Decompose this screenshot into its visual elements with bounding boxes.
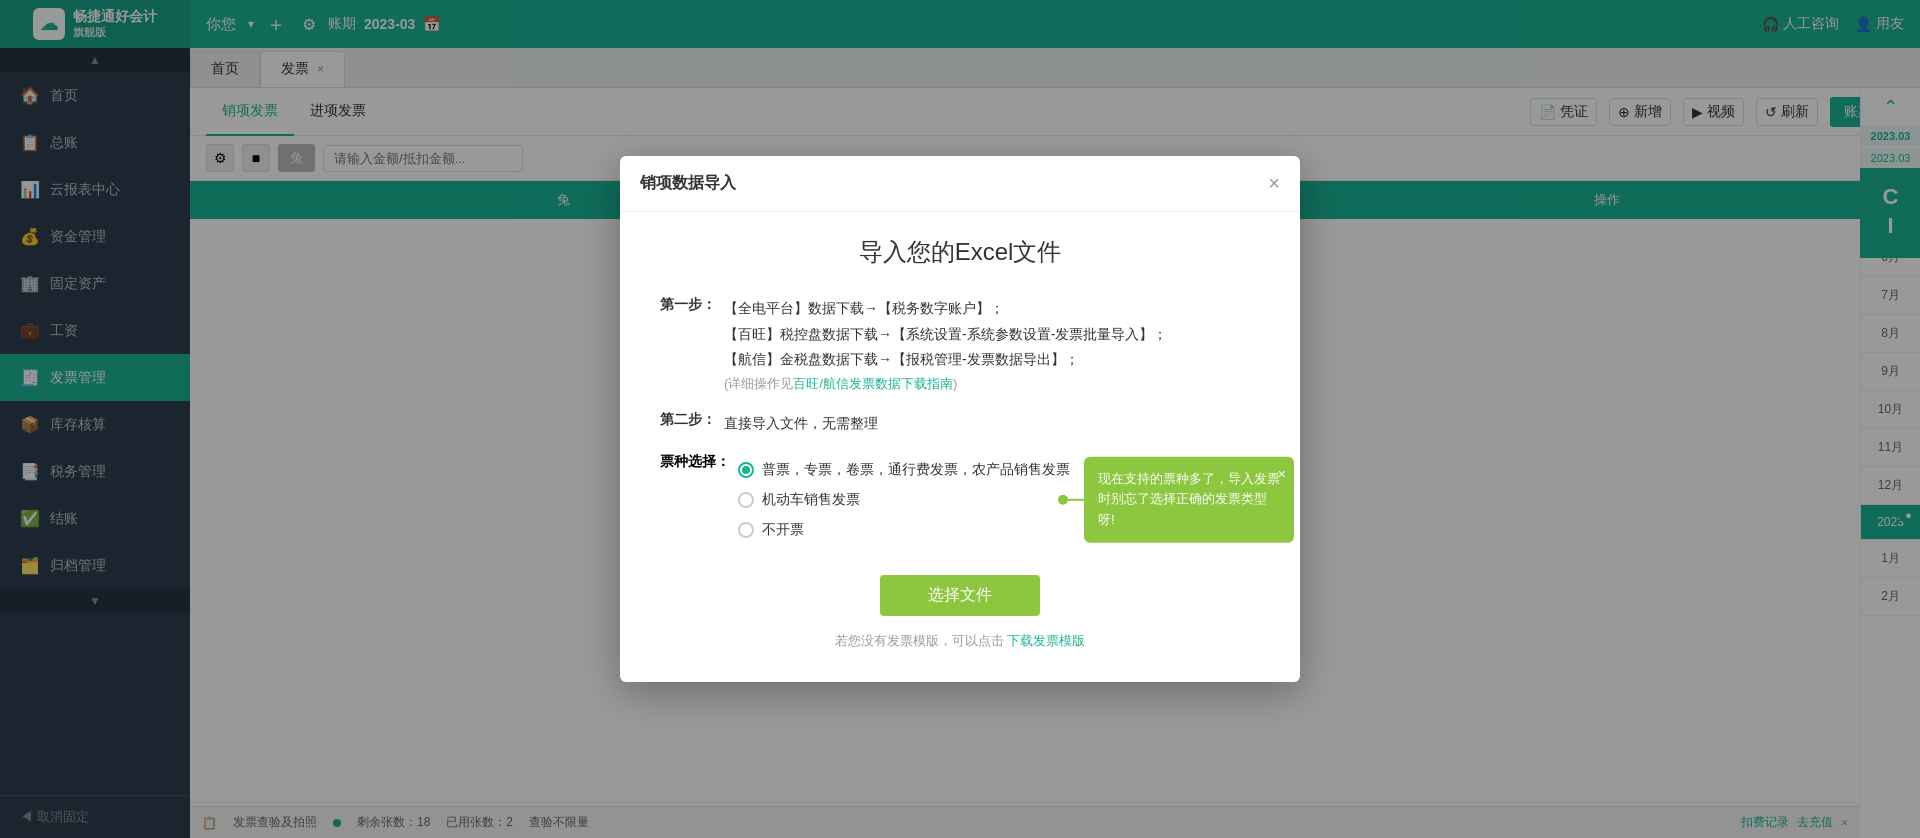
radio-circle-1 <box>738 462 754 478</box>
radio-circle-3 <box>738 522 754 538</box>
modal-header: 销项数据导入 × <box>620 156 1300 212</box>
radio-item-2[interactable]: 机动车销售发票 × 现在支持的票种多了，导入发票时别忘了选择正确的发票类型呀! <box>738 491 1070 509</box>
step2-label: 第二步： <box>660 411 716 436</box>
modal-body: 导入您的Excel文件 第一步： 【全电平台】数据下载→【税务数字账户】； 【百… <box>620 212 1300 681</box>
import-modal: 销项数据导入 × 导入您的Excel文件 第一步： 【全电平台】数据下载→【税务… <box>620 156 1300 681</box>
step1-line3: 【航信】金税盘数据下载→【报税管理-发票数据导出】； <box>724 347 1260 372</box>
radio-item-3[interactable]: 不开票 <box>738 521 1070 539</box>
step1-hint: (详细操作见百旺/航信发票数据下载指南) <box>724 372 1260 395</box>
radio-item-1[interactable]: 普票，专票，卷票，通行费发票，农产品销售发票 <box>738 461 1070 479</box>
modal-overlay: 销项数据导入 × 导入您的Excel文件 第一步： 【全电平台】数据下载→【税务… <box>0 0 1920 838</box>
tooltip-line <box>1068 499 1084 501</box>
radio-group: 普票，专票，卷票，通行费发票，农产品销售发票 机动车销售发票 × 现在支持的票 <box>738 461 1070 551</box>
footer-note-text: 若您没有发票模版，可以点击 <box>835 633 1004 648</box>
step1-link[interactable]: 百旺/航信发票数据下载指南 <box>793 376 953 391</box>
radio-label-2: 机动车销售发票 <box>762 491 860 509</box>
step1-line1: 【全电平台】数据下载→【税务数字账户】； <box>724 296 1260 321</box>
radio-circle-2 <box>738 492 754 508</box>
tooltip-connector: × 现在支持的票种多了，导入发票时别忘了选择正确的发票类型呀! <box>1058 456 1294 542</box>
download-template-link[interactable]: 下载发票模版 <box>1007 633 1085 648</box>
step1-content: 【全电平台】数据下载→【税务数字账户】； 【百旺】税控盘数据下载→【系统设置-系… <box>724 296 1260 395</box>
tooltip-close-btn[interactable]: × <box>1278 462 1286 484</box>
radio-section: 票种选择： 普票，专票，卷票，通行费发票，农产品销售发票 机动车销售发票 <box>660 453 1260 551</box>
step2-content: 直接导入文件，无需整理 <box>724 411 1260 436</box>
radio-label-3: 不开票 <box>762 521 804 539</box>
radio-label-1: 普票，专票，卷票，通行费发票，农产品销售发票 <box>762 461 1070 479</box>
tooltip-bubble: × 现在支持的票种多了，导入发票时别忘了选择正确的发票类型呀! <box>1084 456 1294 542</box>
modal-big-title: 导入您的Excel文件 <box>660 236 1260 268</box>
step1-row: 第一步： 【全电平台】数据下载→【税务数字账户】； 【百旺】税控盘数据下载→【系… <box>660 296 1260 395</box>
tooltip-text: 现在支持的票种多了，导入发票时别忘了选择正确的发票类型呀! <box>1098 470 1280 527</box>
step1-label: 第一步： <box>660 296 716 395</box>
step1-line2: 【百旺】税控盘数据下载→【系统设置-系统参数设置-发票批量导入】； <box>724 322 1260 347</box>
step2-row: 第二步： 直接导入文件，无需整理 <box>660 411 1260 436</box>
modal-footer: 若您没有发票模版，可以点击 下载发票模版 <box>660 632 1260 650</box>
modal-close-button[interactable]: × <box>1268 172 1280 195</box>
select-file-button[interactable]: 选择文件 <box>880 575 1040 616</box>
modal-title: 销项数据导入 <box>640 173 736 194</box>
radio-label: 票种选择： <box>660 453 730 471</box>
tooltip-dot <box>1058 495 1068 505</box>
